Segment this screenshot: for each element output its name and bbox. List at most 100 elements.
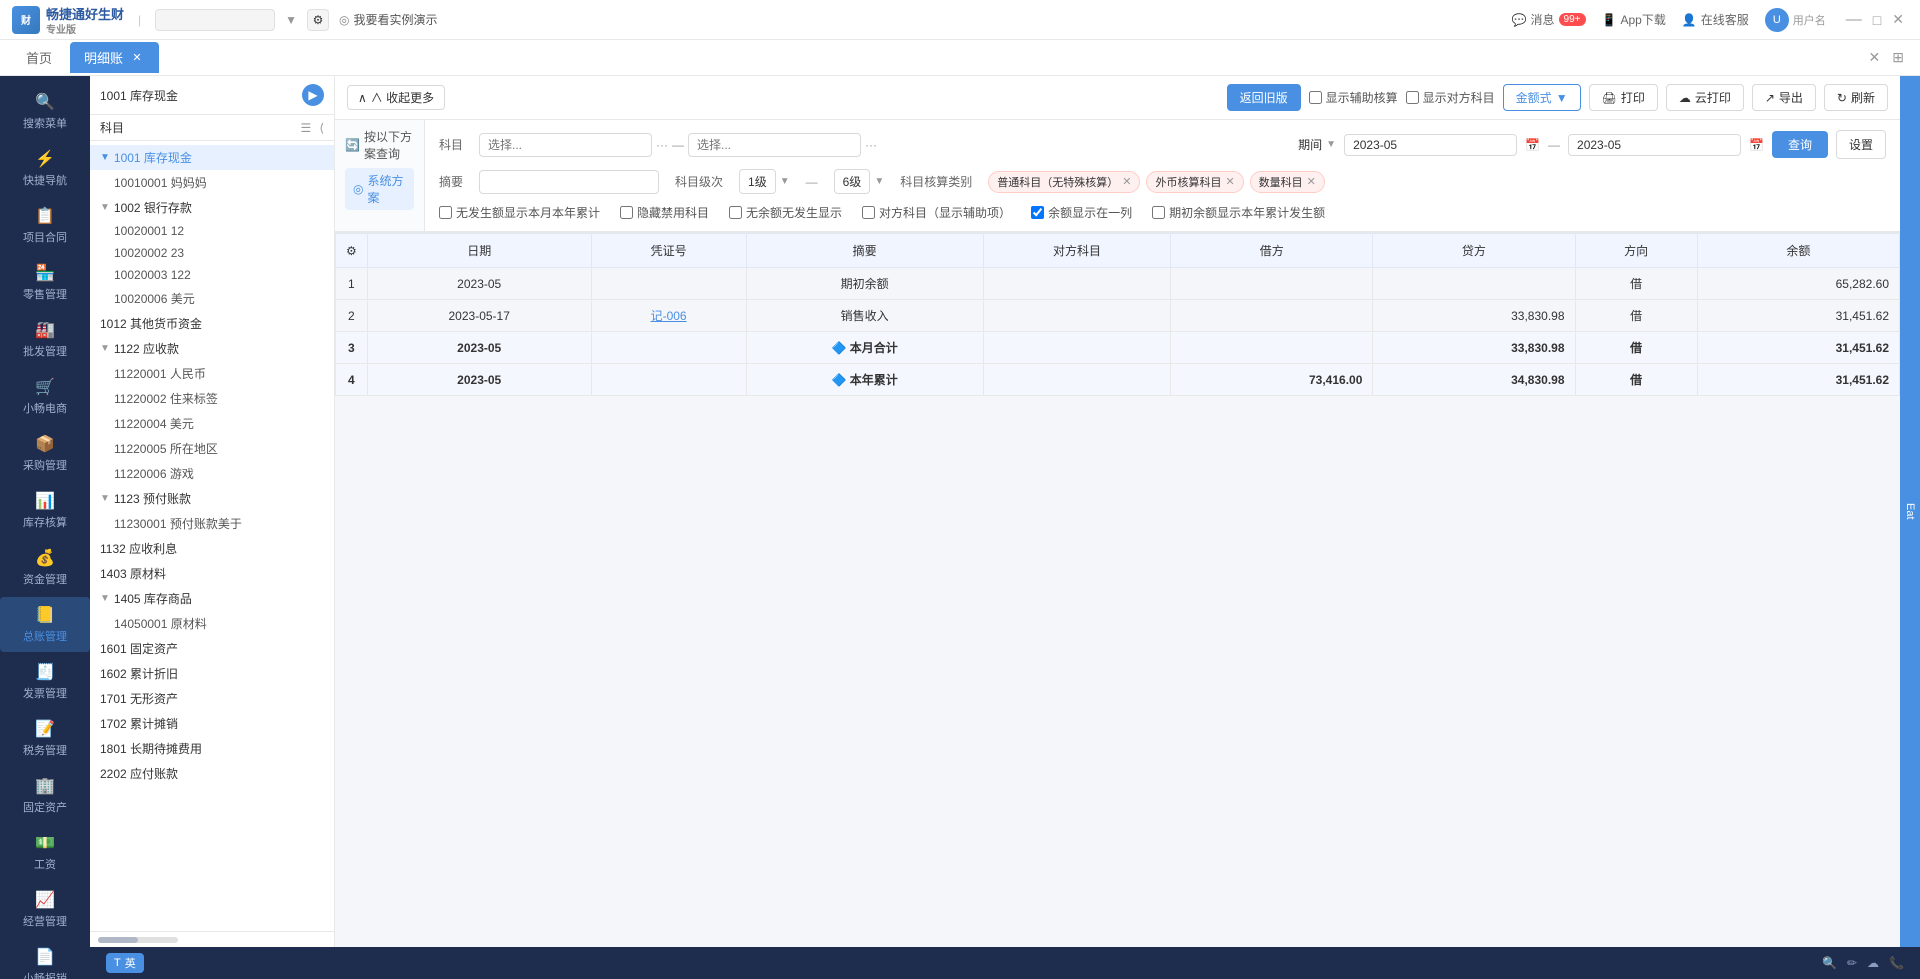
tree-item-11230001[interactable]: 11230001 预付账款美于 (90, 511, 334, 536)
tree-item-1002[interactable]: ▼ 1002 银行存款 (90, 195, 334, 220)
tree-item-10020001[interactable]: 10020001 12 (90, 220, 334, 242)
tree-item-1122[interactable]: ▼ 1122 应收款 (90, 336, 334, 361)
tree-item-1012[interactable]: 1012 其他货币资金 (90, 311, 334, 336)
tree-item-1132[interactable]: 1132 应收利息 (90, 536, 334, 561)
collapse-more-btn[interactable]: ∧ ∧ 收起更多 (347, 85, 445, 110)
tree-scrollbar[interactable] (90, 931, 334, 947)
show-aux-checkbox[interactable]: 显示辅助核算 (1309, 89, 1398, 106)
cb-opening-balance[interactable] (1152, 206, 1165, 219)
sidebar-item-quicknav[interactable]: ⚡ 快捷导航 (0, 141, 90, 196)
sidebar-item-retail[interactable]: 🏪 零售管理 (0, 255, 90, 310)
sidebar-item-report[interactable]: 📄 小畅报销 (0, 939, 90, 979)
checkbox-no-balance2[interactable]: 无余额无发生显示 (729, 204, 842, 221)
tree-item-1801[interactable]: 1801 长期待摊费用 (90, 736, 334, 761)
tree-item-1001[interactable]: ▼ 1001 库存现金 (90, 145, 334, 170)
sidebar-item-search[interactable]: 🔍 搜索菜单 (0, 84, 90, 139)
show-opposite-checkbox[interactable]: 显示对方科目 (1406, 89, 1495, 106)
print-btn[interactable]: 🖨 打印 (1589, 84, 1658, 111)
tree-item-11220002[interactable]: 11220002 住来标签 (90, 386, 334, 411)
sidebar-item-invoice[interactable]: 🧾 发票管理 (0, 654, 90, 709)
account-nav-btn[interactable]: ▶ (302, 84, 324, 106)
subject-input-start[interactable] (479, 133, 652, 157)
show-aux-input[interactable] (1309, 91, 1322, 104)
cb-no-balance2[interactable] (729, 206, 742, 219)
maximize-btn[interactable]: □ (1869, 12, 1885, 28)
sidebar-item-operations[interactable]: 📈 经营管理 (0, 882, 90, 937)
cb-balance-one-col[interactable] (1031, 206, 1044, 219)
tree-item-1405[interactable]: ▼ 1405 库存商品 (90, 586, 334, 611)
voucher-link[interactable]: 记-006 (651, 309, 687, 323)
tree-item-1601[interactable]: 1601 固定资产 (90, 636, 334, 661)
sidebar-item-assets[interactable]: 🏢 固定资产 (0, 768, 90, 823)
sidebar-item-ecommerce[interactable]: 🛒 小畅电商 (0, 369, 90, 424)
tree-item-1701[interactable]: 1701 无形资产 (90, 686, 334, 711)
lang-btn[interactable]: T 英 (106, 953, 144, 973)
cb-opposite[interactable] (862, 206, 875, 219)
tree-item-11220001[interactable]: 11220001 人民币 (90, 361, 334, 386)
footer-edit-icon[interactable]: ✏ (1847, 956, 1857, 970)
demo-link[interactable]: ◎ 我要看实例演示 (339, 11, 438, 28)
export-btn[interactable]: ↗ 导出 (1752, 84, 1816, 111)
cloud-print-btn[interactable]: ☁ 云打印 (1666, 84, 1744, 111)
sidebar-item-purchase[interactable]: 📦 采购管理 (0, 426, 90, 481)
level-start-select[interactable]: 1级 ▼ (739, 169, 790, 194)
return-old-btn[interactable]: 返回旧版 (1227, 84, 1301, 111)
sidebar-item-salary[interactable]: 💵 工资 (0, 825, 90, 880)
amount-style-btn[interactable]: 金额式 ▼ (1503, 84, 1581, 111)
checkbox-opening-balance[interactable]: 期初余额显示本年累计发生额 (1152, 204, 1325, 221)
tree-item-2202[interactable]: 2202 应付账款 (90, 761, 334, 786)
period-start-input[interactable] (1344, 134, 1517, 156)
footer-service-icon[interactable]: 📞 (1889, 956, 1904, 970)
checkbox-hide-disabled[interactable]: 隐藏禁用科目 (620, 204, 709, 221)
messages-btn[interactable]: 💬 消息 99+ (1512, 11, 1586, 28)
tree-item-1123[interactable]: ▼ 1123 预付账款 (90, 486, 334, 511)
tree-item-10020003[interactable]: 10020003 122 (90, 264, 334, 286)
tree-item-10010001[interactable]: 10010001 妈妈妈 (90, 170, 334, 195)
scheme-item[interactable]: ◎ 系统方案 (345, 168, 414, 210)
sidebar-item-project[interactable]: 📋 项目合同 (0, 198, 90, 253)
period-type-select[interactable]: 期间 ▼ (1298, 136, 1336, 153)
right-edge-tab[interactable]: Eat (1900, 76, 1920, 947)
tree-item-1403[interactable]: 1403 原材料 (90, 561, 334, 586)
sidebar-item-wholesale[interactable]: 🏭 批发管理 (0, 312, 90, 367)
tag-foreign-close[interactable]: ✕ (1225, 175, 1234, 188)
tree-item-10020002[interactable]: 10020002 23 (90, 242, 334, 264)
tab-detail[interactable]: 明细账 ✕ (70, 42, 159, 73)
cb-hide-disabled[interactable] (620, 206, 633, 219)
tree-list-icon[interactable]: ☰ (301, 121, 312, 135)
refresh-btn[interactable]: ↻ 刷新 (1824, 84, 1888, 111)
tree-item-11220004[interactable]: 11220004 美元 (90, 411, 334, 436)
sidebar-item-ledger[interactable]: 📒 总账管理 (0, 597, 90, 652)
tree-item-1602[interactable]: 1602 累计折旧 (90, 661, 334, 686)
tab-add-btn[interactable]: ✕ (1865, 49, 1885, 66)
tree-item-10020006[interactable]: 10020006 美元 (90, 286, 334, 311)
minimize-btn[interactable]: — (1842, 11, 1866, 29)
tree-item-11220006[interactable]: 11220006 游戏 (90, 461, 334, 486)
user-avatar[interactable]: U 用户名 (1765, 8, 1826, 32)
sidebar-item-tax[interactable]: 📝 税务管理 (0, 711, 90, 766)
summary-input[interactable] (479, 170, 659, 194)
tab-menu-btn[interactable]: ⊞ (1888, 49, 1908, 66)
footer-search-icon[interactable]: 🔍 (1822, 956, 1837, 970)
tag-normal-close[interactable]: ✕ (1122, 175, 1131, 188)
sidebar-item-inventory[interactable]: 📊 库存核算 (0, 483, 90, 538)
dropdown-icon[interactable]: ▼ (285, 13, 297, 27)
sidebar-item-capital[interactable]: 💰 资金管理 (0, 540, 90, 595)
cb-no-balance[interactable] (439, 206, 452, 219)
period-end-input[interactable] (1568, 134, 1741, 156)
subject-input-end[interactable] (688, 133, 861, 157)
tab-home[interactable]: 首页 (12, 42, 66, 73)
tree-collapse-icon[interactable]: ⟨ (319, 121, 324, 135)
tree-item-11220005[interactable]: 11220005 所在地区 (90, 436, 334, 461)
checkbox-opposite[interactable]: 对方科目（显示辅助项） (862, 204, 1011, 221)
tree-item-1702[interactable]: 1702 累计摊销 (90, 711, 334, 736)
setting-btn[interactable]: 设置 (1836, 130, 1886, 159)
show-opposite-input[interactable] (1406, 91, 1419, 104)
query-btn[interactable]: 查询 (1772, 131, 1828, 158)
tag-quantity-close[interactable]: ✕ (1307, 175, 1316, 188)
tree-item-14050001[interactable]: 14050001 原材料 (90, 611, 334, 636)
checkbox-no-balance[interactable]: 无发生额显示本月本年累计 (439, 204, 600, 221)
footer-cloud-icon[interactable]: ☁ (1867, 956, 1879, 970)
online-service-btn[interactable]: 👤 在线客服 (1682, 11, 1749, 28)
level-end-select[interactable]: 6级 ▼ (834, 169, 885, 194)
